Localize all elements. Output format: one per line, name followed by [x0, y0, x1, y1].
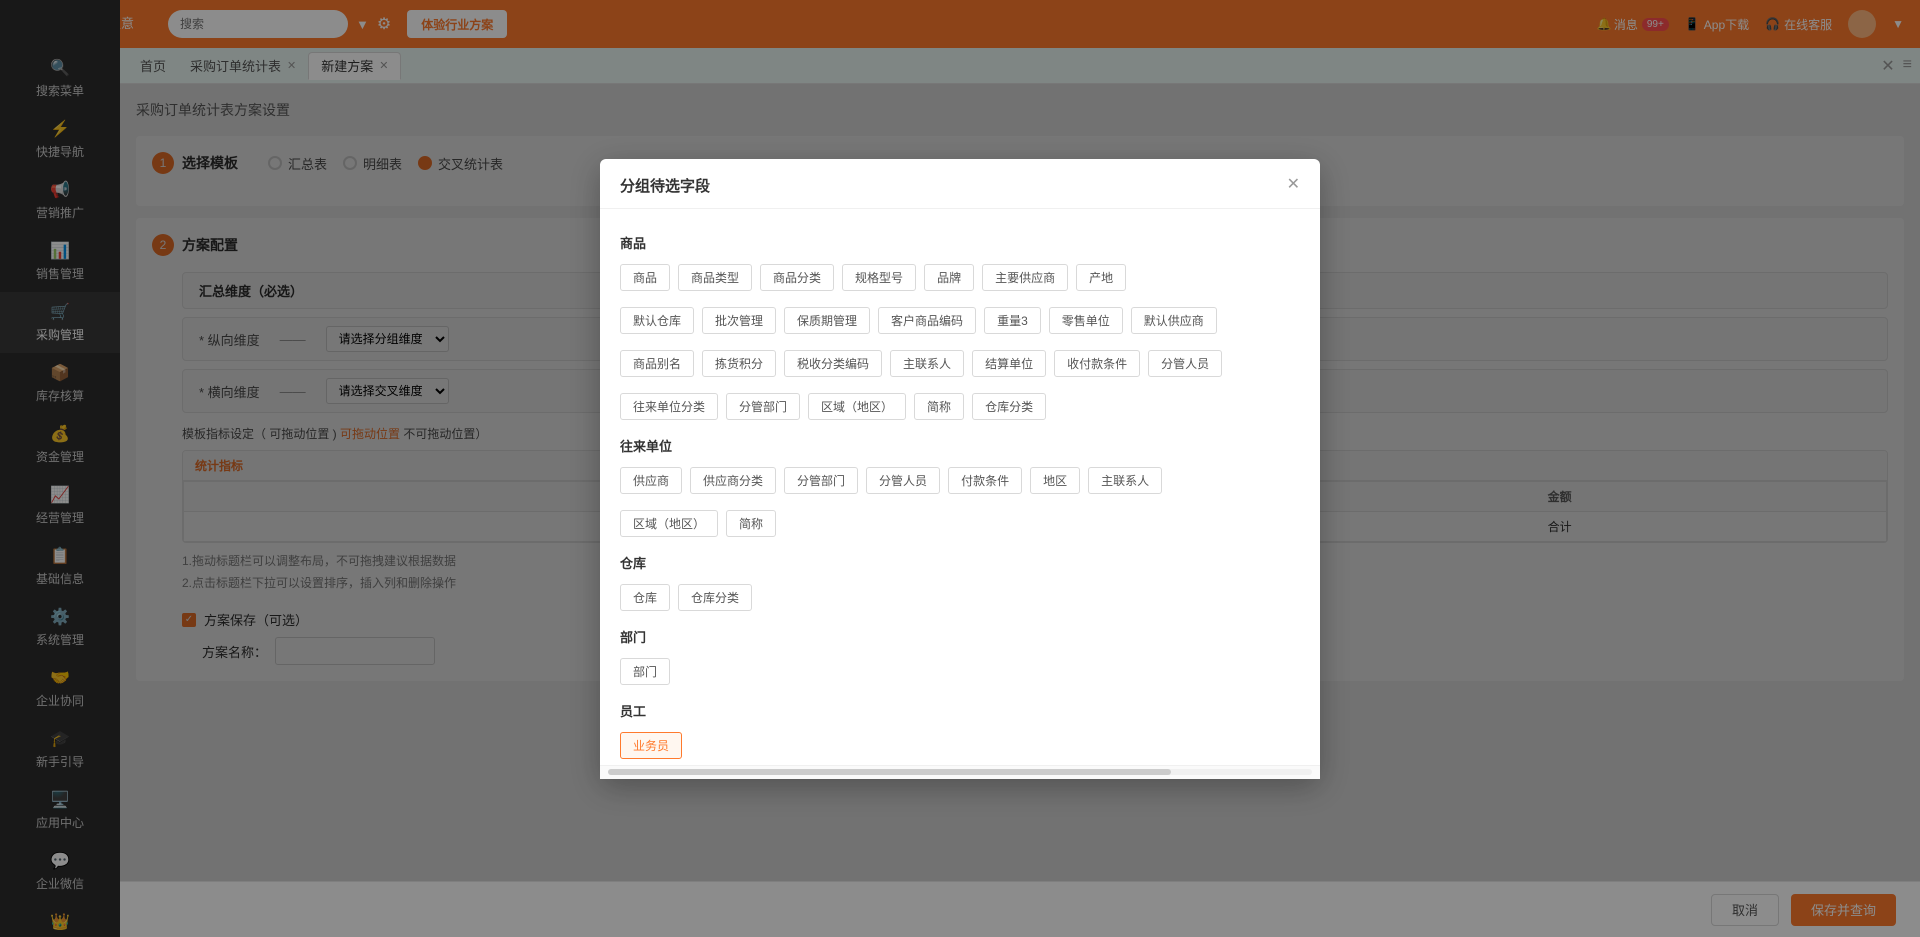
section-dept-title: 部门 [620, 627, 1300, 646]
scrollbar-track [608, 769, 1312, 775]
section-employee-title: 员工 [620, 701, 1300, 720]
field-tag[interactable]: 零售单位 [1049, 307, 1123, 334]
section-dept-fields: 部门 [620, 658, 1300, 685]
section-warehouse: 仓库 仓库 仓库分类 [620, 553, 1300, 611]
field-tag[interactable]: 收付款条件 [1054, 350, 1140, 377]
field-tag[interactable]: 往来单位分类 [620, 393, 718, 420]
field-tag[interactable]: 批次管理 [702, 307, 776, 334]
field-tag[interactable]: 拣货积分 [702, 350, 776, 377]
section-dept: 部门 部门 [620, 627, 1300, 685]
modal-scrollbar[interactable] [600, 765, 1320, 778]
field-tag[interactable]: 商品分类 [760, 264, 834, 291]
field-tag-salesperson[interactable]: 业务员 [620, 732, 682, 759]
section-warehouse-title: 仓库 [620, 553, 1300, 572]
modal-dialog: 分组待选字段 ✕ 商品 商品 商品类型 商品分类 规格型号 品牌 主要供应商 产… [600, 159, 1320, 779]
field-tag[interactable]: 供应商分类 [690, 467, 776, 494]
field-tag[interactable]: 主联系人 [890, 350, 964, 377]
field-tag[interactable]: 保质期管理 [784, 307, 870, 334]
field-tag[interactable]: 部门 [620, 658, 670, 685]
field-tag[interactable]: 区域（地区） [808, 393, 906, 420]
section-product-fields-3: 商品别名 拣货积分 税收分类编码 主联系人 结算单位 收付款条件 分管人员 [620, 350, 1300, 377]
field-tag[interactable]: 重量3 [984, 307, 1041, 334]
field-tag[interactable]: 付款条件 [948, 467, 1022, 494]
section-warehouse-fields: 仓库 仓库分类 [620, 584, 1300, 611]
section-partner-fields-2: 区域（地区） 简称 [620, 510, 1300, 537]
field-tag[interactable]: 分管人员 [1148, 350, 1222, 377]
field-tag[interactable]: 供应商 [620, 467, 682, 494]
modal-overlay: 分组待选字段 ✕ 商品 商品 商品类型 商品分类 规格型号 品牌 主要供应商 产… [0, 0, 1920, 937]
field-tag[interactable]: 品牌 [924, 264, 974, 291]
field-tag[interactable]: 仓库分类 [972, 393, 1046, 420]
field-tag[interactable]: 规格型号 [842, 264, 916, 291]
field-tag[interactable]: 默认供应商 [1131, 307, 1217, 334]
field-tag[interactable]: 产地 [1076, 264, 1126, 291]
modal-header: 分组待选字段 ✕ [600, 159, 1320, 209]
field-tag[interactable]: 地区 [1030, 467, 1080, 494]
field-tag[interactable]: 仓库 [620, 584, 670, 611]
field-tag[interactable]: 简称 [914, 393, 964, 420]
field-tag[interactable]: 默认仓库 [620, 307, 694, 334]
field-tag[interactable]: 主联系人 [1088, 467, 1162, 494]
modal-close-button[interactable]: ✕ [1287, 177, 1300, 193]
section-product-fields: 商品 商品类型 商品分类 规格型号 品牌 主要供应商 产地 [620, 264, 1300, 291]
section-partner-fields: 供应商 供应商分类 分管部门 分管人员 付款条件 地区 主联系人 [620, 467, 1300, 494]
scrollbar-thumb [608, 769, 1171, 775]
section-partner-title: 往来单位 [620, 436, 1300, 455]
section-product-title: 商品 [620, 233, 1300, 252]
field-tag[interactable]: 简称 [726, 510, 776, 537]
field-tag[interactable]: 分管部门 [726, 393, 800, 420]
field-tag[interactable]: 区域（地区） [620, 510, 718, 537]
field-tag[interactable]: 分管人员 [866, 467, 940, 494]
field-tag[interactable]: 商品别名 [620, 350, 694, 377]
field-tag[interactable]: 商品 [620, 264, 670, 291]
field-tag[interactable]: 分管部门 [784, 467, 858, 494]
field-tag[interactable]: 税收分类编码 [784, 350, 882, 377]
section-product-fields-4: 往来单位分类 分管部门 区域（地区） 简称 仓库分类 [620, 393, 1300, 420]
field-tag[interactable]: 客户商品编码 [878, 307, 976, 334]
section-partner: 往来单位 供应商 供应商分类 分管部门 分管人员 付款条件 地区 主联系人 区域… [620, 436, 1300, 537]
section-product: 商品 商品 商品类型 商品分类 规格型号 品牌 主要供应商 产地 默认仓库 批次… [620, 233, 1300, 420]
field-tag[interactable]: 主要供应商 [982, 264, 1068, 291]
field-tag[interactable]: 结算单位 [972, 350, 1046, 377]
field-tag[interactable]: 商品类型 [678, 264, 752, 291]
section-employee: 员工 业务员 [620, 701, 1300, 759]
section-employee-fields: 业务员 [620, 732, 1300, 759]
field-tag[interactable]: 仓库分类 [678, 584, 752, 611]
modal-title: 分组待选字段 [620, 175, 710, 196]
section-product-fields-2: 默认仓库 批次管理 保质期管理 客户商品编码 重量3 零售单位 默认供应商 [620, 307, 1300, 334]
modal-body: 商品 商品 商品类型 商品分类 规格型号 品牌 主要供应商 产地 默认仓库 批次… [600, 209, 1320, 766]
